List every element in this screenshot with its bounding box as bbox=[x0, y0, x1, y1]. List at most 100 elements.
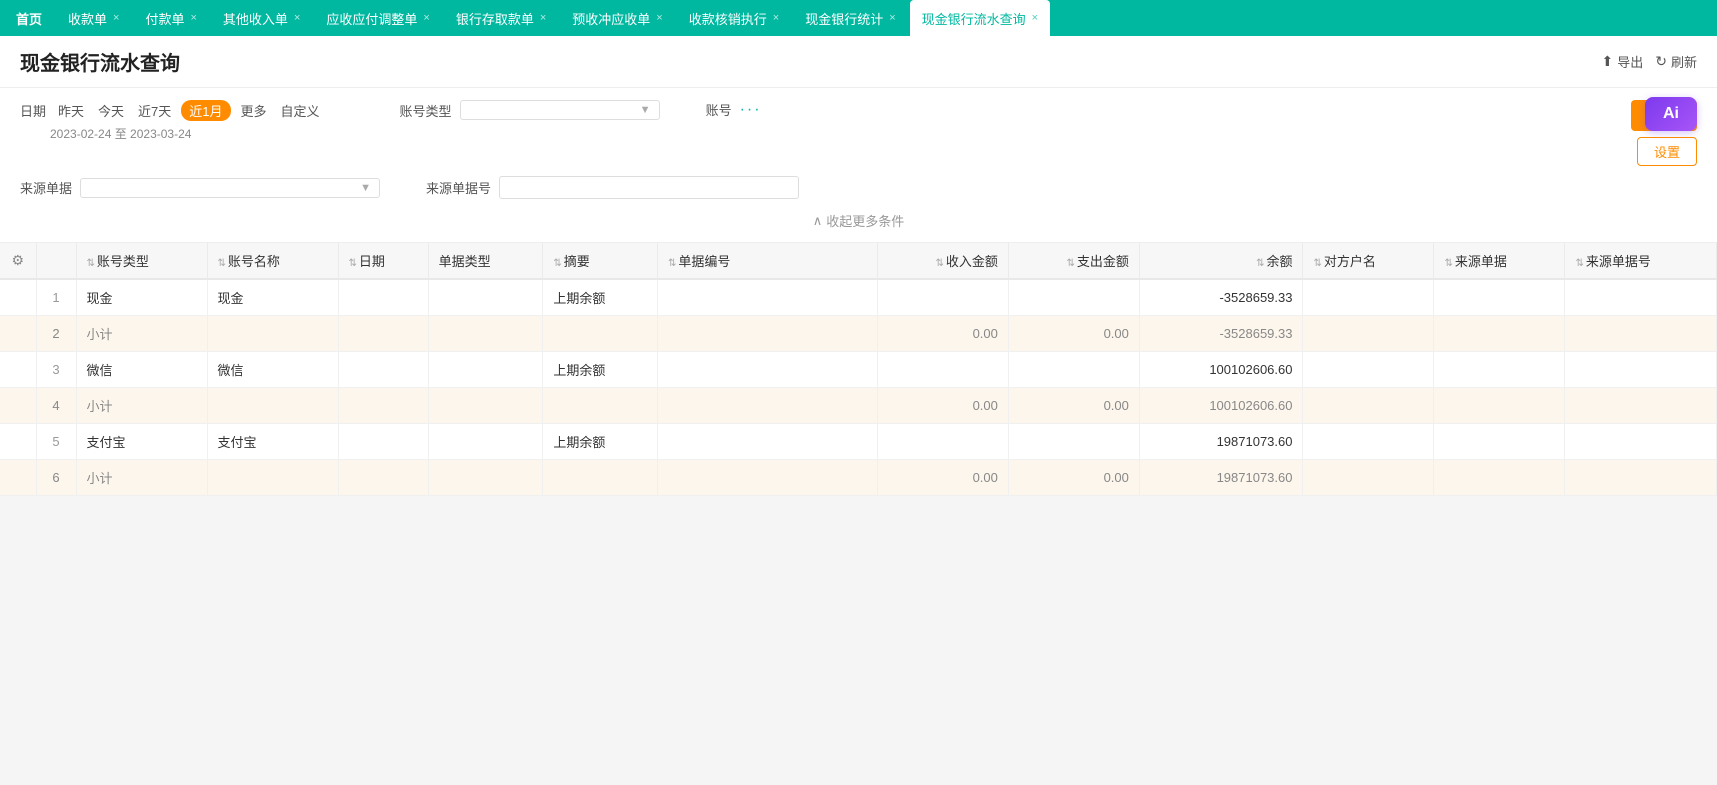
col-doc-type: 单据类型 bbox=[428, 243, 543, 279]
refresh-label: 刷新 bbox=[1671, 52, 1697, 71]
col-date[interactable]: ⇅日期 bbox=[338, 243, 428, 279]
date-custom[interactable]: 自定义 bbox=[277, 100, 324, 121]
row-expense: 0.00 bbox=[1008, 316, 1139, 352]
date-shortcuts: 昨天 今天 近7天 近1月 更多 自定义 bbox=[54, 100, 324, 121]
account-dots-button[interactable]: ··· bbox=[740, 101, 762, 119]
sort-summary-icon: ⇅ bbox=[553, 258, 561, 269]
row-expense: 0.00 bbox=[1008, 388, 1139, 424]
nav-tab-fukuan-close[interactable]: × bbox=[190, 12, 196, 24]
row-account-name: 现金 bbox=[207, 279, 338, 316]
row-summary bbox=[543, 388, 658, 424]
nav-tab-qita-close[interactable]: × bbox=[294, 12, 300, 24]
row-src-doc-no bbox=[1565, 388, 1717, 424]
row-src-doc bbox=[1434, 388, 1565, 424]
date-1month[interactable]: 近1月 bbox=[181, 100, 230, 121]
nav-tab-yushou[interactable]: 预收冲应收单 × bbox=[560, 0, 674, 36]
page-header: 现金银行流水查询 ⬆ 导出 ↻ 刷新 bbox=[0, 36, 1717, 88]
row-number: 3 bbox=[36, 352, 76, 388]
ai-button[interactable]: Ai bbox=[1645, 97, 1697, 131]
row-doc-type bbox=[428, 460, 543, 496]
gear-icon[interactable]: ⚙ bbox=[11, 252, 24, 268]
nav-tab-yingshou-close[interactable]: × bbox=[423, 12, 429, 24]
nav-tab-home[interactable]: 首页 bbox=[4, 0, 54, 36]
col-doc-no[interactable]: ⇅单据编号 bbox=[658, 243, 878, 279]
collapse-label: 收起更多条件 bbox=[826, 211, 904, 230]
row-doc-no bbox=[658, 388, 878, 424]
table-row[interactable]: 6小计0.000.0019871073.60 bbox=[0, 460, 1717, 496]
nav-tab-yinhang[interactable]: 银行存取款单 × bbox=[444, 0, 558, 36]
col-expense[interactable]: ⇅支出金额 bbox=[1008, 243, 1139, 279]
col-account-type[interactable]: ⇅账号类型 bbox=[76, 243, 207, 279]
date-yesterday[interactable]: 昨天 bbox=[54, 100, 88, 121]
nav-tab-shouhe-close[interactable]: × bbox=[773, 12, 779, 24]
collapse-button[interactable]: ∧ 收起更多条件 bbox=[20, 207, 1697, 230]
nav-tab-shouhe-label: 收款核销执行 bbox=[689, 9, 767, 28]
col-balance[interactable]: ⇅余额 bbox=[1139, 243, 1303, 279]
row-summary: 上期余额 bbox=[543, 424, 658, 460]
nav-tab-yingshou[interactable]: 应收应付调整单 × bbox=[314, 0, 441, 36]
source-doc-select[interactable]: ▼ bbox=[80, 178, 380, 198]
row-account-type: 小计 bbox=[76, 316, 207, 352]
table-row[interactable]: 1现金现金上期余额-3528659.33 bbox=[0, 279, 1717, 316]
date-today[interactable]: 今天 bbox=[94, 100, 128, 121]
row-doc-no bbox=[658, 424, 878, 460]
row-number: 1 bbox=[36, 279, 76, 316]
col-src-doc[interactable]: ⇅来源单据 bbox=[1434, 243, 1565, 279]
date-more[interactable]: 更多 bbox=[237, 100, 271, 121]
row-src-doc-no bbox=[1565, 424, 1717, 460]
table-row[interactable]: 4小计0.000.00100102606.60 bbox=[0, 388, 1717, 424]
account-type-chevron-icon: ▼ bbox=[640, 104, 651, 116]
source-doc-num-input[interactable] bbox=[499, 176, 799, 199]
nav-tab-fukuan[interactable]: 付款单 × bbox=[133, 0, 208, 36]
col-src-doc-no[interactable]: ⇅来源单据号 bbox=[1565, 243, 1717, 279]
table-row[interactable]: 5支付宝支付宝上期余额19871073.60 bbox=[0, 424, 1717, 460]
row-src-doc bbox=[1434, 424, 1565, 460]
row-balance: 19871073.60 bbox=[1139, 460, 1303, 496]
row-gear-cell bbox=[0, 352, 36, 388]
nav-tab-fukuan-label: 付款单 bbox=[145, 9, 184, 28]
nav-tab-yushou-close[interactable]: × bbox=[656, 12, 662, 24]
refresh-button[interactable]: ↻ 刷新 bbox=[1655, 52, 1697, 71]
row-expense bbox=[1008, 279, 1139, 316]
row-doc-no bbox=[658, 460, 878, 496]
col-account-name[interactable]: ⇅账号名称 bbox=[207, 243, 338, 279]
date-7days[interactable]: 近7天 bbox=[134, 100, 175, 121]
nav-tab-shouhe[interactable]: 收款核销执行 × bbox=[677, 0, 791, 36]
date-range-display: 2023-02-24 至 2023-03-24 bbox=[50, 125, 191, 142]
row-gear-cell bbox=[0, 460, 36, 496]
date-filter-label: 日期 bbox=[20, 101, 46, 120]
row-account-type: 小计 bbox=[76, 460, 207, 496]
nav-tab-yinhang-close[interactable]: × bbox=[540, 12, 546, 24]
export-button[interactable]: ⬆ 导出 bbox=[1602, 52, 1644, 71]
table-row[interactable]: 2小计0.000.00-3528659.33 bbox=[0, 316, 1717, 352]
settings-button[interactable]: 设置 bbox=[1637, 137, 1697, 166]
sort-account-type-icon: ⇅ bbox=[87, 258, 95, 269]
table-row[interactable]: 3微信微信上期余额100102606.60 bbox=[0, 352, 1717, 388]
nav-tab-qita[interactable]: 其他收入单 × bbox=[211, 0, 312, 36]
nav-tab-xianjin-stat[interactable]: 现金银行统计 × bbox=[793, 0, 907, 36]
col-income[interactable]: ⇅收入金额 bbox=[877, 243, 1008, 279]
sort-src-doc-no-icon: ⇅ bbox=[1575, 258, 1583, 269]
row-doc-type bbox=[428, 316, 543, 352]
nav-tab-shoukuan-close[interactable]: × bbox=[113, 12, 119, 24]
nav-tab-xianjin-query[interactable]: 现金银行流水查询 × bbox=[910, 0, 1050, 36]
row-income: 0.00 bbox=[877, 316, 1008, 352]
row-balance: 100102606.60 bbox=[1139, 388, 1303, 424]
nav-tab-home-label: 首页 bbox=[16, 9, 42, 28]
nav-tab-xianjin-stat-close[interactable]: × bbox=[889, 12, 895, 24]
row-income bbox=[877, 352, 1008, 388]
row-number: 4 bbox=[36, 388, 76, 424]
page-title: 现金银行流水查询 bbox=[20, 47, 180, 76]
col-counterparty[interactable]: ⇅对方户名 bbox=[1303, 243, 1434, 279]
row-date bbox=[338, 279, 428, 316]
row-balance: 19871073.60 bbox=[1139, 424, 1303, 460]
col-gear[interactable]: ⚙ bbox=[0, 243, 36, 279]
account-type-select[interactable]: ▼ bbox=[460, 100, 660, 120]
nav-tab-shoukuan-label: 收款单 bbox=[68, 9, 107, 28]
nav-tab-xianjin-query-label: 现金银行流水查询 bbox=[922, 9, 1026, 28]
nav-tab-xianjin-query-close[interactable]: × bbox=[1032, 12, 1038, 24]
row-account-type: 微信 bbox=[76, 352, 207, 388]
nav-tab-shoukuan[interactable]: 收款单 × bbox=[56, 0, 131, 36]
export-icon: ⬆ bbox=[1602, 53, 1614, 70]
col-summary[interactable]: ⇅摘要 bbox=[543, 243, 658, 279]
